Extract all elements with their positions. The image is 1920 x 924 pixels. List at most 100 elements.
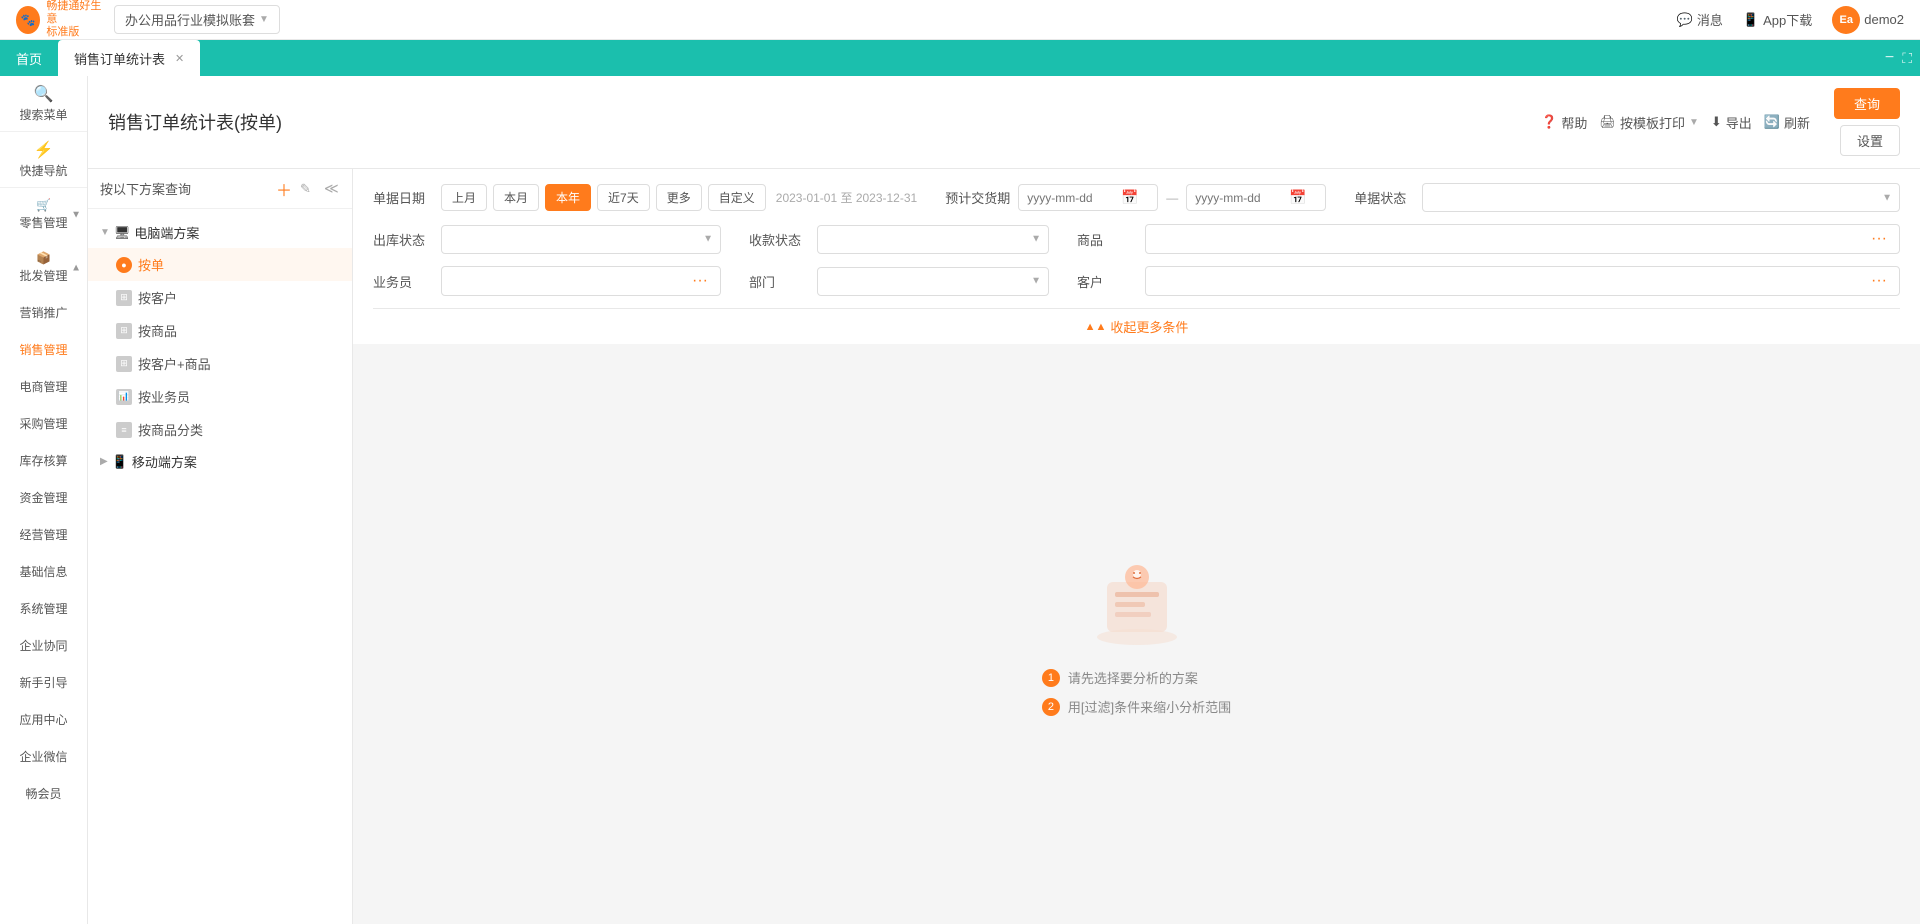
- tree-item-icon: 📊: [116, 389, 132, 405]
- date-filter-buttons: 上月 本月 本年 近7天 更多 自定义 2023-01-01 至 2023-12…: [441, 184, 917, 211]
- calendar-icon: 📅: [1121, 189, 1138, 206]
- sidebar-item-retail[interactable]: 🛒 零售管理 ▼: [0, 188, 87, 241]
- settings-btn[interactable]: 设置: [1840, 125, 1900, 156]
- query-actions: 查询 设置: [1822, 88, 1900, 156]
- product-dots-btn[interactable]: ···: [1867, 230, 1891, 248]
- department-label: 部门: [749, 272, 809, 291]
- customer-dots-btn[interactable]: ···: [1867, 272, 1891, 290]
- header-right: 💬 消息 📱 App下载 Ea demo2: [1677, 6, 1904, 34]
- tree-item-by-customer[interactable]: ⊞ 按客户: [88, 281, 352, 314]
- query-btn[interactable]: 查询: [1834, 88, 1900, 119]
- content-area: 销售订单统计表(按单) ❓ 帮助 🖨 按模板打印 ▼ ⬇ 导出 🔄 刷新: [88, 76, 1920, 924]
- collapse-scheme-icon[interactable]: ≪: [324, 181, 340, 197]
- collapse-bar[interactable]: ▲▲ 收起更多条件: [373, 308, 1900, 344]
- avatar: Ea: [1832, 6, 1860, 34]
- sidebar-item-basic[interactable]: 基础信息: [0, 553, 87, 590]
- tree-group-mobile: ▶ 📱 移动端方案: [88, 446, 352, 477]
- sidebar-item-inventory[interactable]: 库存核算: [0, 442, 87, 479]
- out-status-label: 出库状态: [373, 230, 433, 249]
- page-title: 销售订单统计表(按单): [108, 109, 282, 147]
- sidebar-item-purchase[interactable]: 采购管理: [0, 405, 87, 442]
- sidebar-item-appstore[interactable]: 应用中心: [0, 701, 87, 738]
- sidebar-quick-nav[interactable]: ⚡ 快捷导航: [0, 132, 87, 188]
- tree-item-icon: ≡: [116, 422, 132, 438]
- wholesale-icon: 📦: [36, 251, 51, 265]
- export-btn[interactable]: ⬇ 导出: [1711, 113, 1752, 132]
- salesman-dots-btn[interactable]: ···: [688, 272, 712, 290]
- export-icon: ⬇: [1711, 114, 1722, 130]
- hint-num-1: 1: [1042, 669, 1060, 687]
- collapse-icon: ▲▲: [1085, 321, 1107, 333]
- expected-date-from-input[interactable]: [1027, 191, 1117, 205]
- tree-group-pc-icon: 🖥: [114, 225, 131, 241]
- refresh-icon: 🔄: [1764, 114, 1780, 130]
- expected-date-label: 预计交货期: [945, 188, 1010, 207]
- help-btn[interactable]: ❓ 帮助: [1541, 113, 1587, 132]
- app-download-btn[interactable]: 📱 App下载: [1743, 10, 1812, 29]
- filter-row-date: 单据日期 上月 本月 本年 近7天 更多 自定义 2023-01-01 至 20…: [373, 183, 1900, 224]
- tab-sales-stat[interactable]: 销售订单统计表 ✕: [58, 40, 200, 76]
- window-maximize-icon[interactable]: ⛶: [1902, 50, 1912, 67]
- date-btn-last-month[interactable]: 上月: [441, 184, 487, 211]
- sidebar-item-enterprise[interactable]: 企业协同: [0, 627, 87, 664]
- sidebar-item-system[interactable]: 系统管理: [0, 590, 87, 627]
- product-label: 商品: [1077, 230, 1137, 249]
- add-scheme-icon[interactable]: ＋: [276, 181, 292, 197]
- logo-text: 畅捷通好生意 标准版: [46, 0, 104, 39]
- out-status-select[interactable]: [441, 225, 721, 254]
- chevron-down-icon: ▼: [259, 14, 269, 25]
- status-select[interactable]: [1422, 183, 1900, 212]
- scheme-tree: ▼ 🖥 电脑端方案 ● 按单 ⊞ 按客户 ⊞: [88, 209, 352, 485]
- tree-item-by-category[interactable]: ≡ 按商品分类: [88, 413, 352, 446]
- expected-date-to-wrap[interactable]: 📅: [1186, 184, 1326, 211]
- tab-home[interactable]: 首页: [0, 40, 58, 76]
- empty-hint-1: 1 请先选择要分析的方案: [1042, 668, 1231, 687]
- window-minimize-icon[interactable]: −: [1885, 49, 1894, 67]
- payment-status-select[interactable]: [817, 225, 1049, 254]
- date-btn-this-month[interactable]: 本月: [493, 184, 539, 211]
- sidebar-item-marketing[interactable]: 营销推广: [0, 294, 87, 331]
- date-filter-label: 单据日期: [373, 188, 433, 207]
- tree-group-mobile-header[interactable]: ▶ 📱 移动端方案: [88, 446, 352, 477]
- expected-date-from-wrap[interactable]: 📅: [1018, 184, 1158, 211]
- tree-item-by-salesman[interactable]: 📊 按业务员: [88, 380, 352, 413]
- expected-date-to-input[interactable]: [1195, 191, 1285, 205]
- empty-hint-2: 2 用[过滤]条件来缩小分析范围: [1042, 697, 1231, 716]
- empty-illustration: [1077, 552, 1197, 652]
- scheme-header: 按以下方案查询 ＋ ✎ ≪: [88, 169, 352, 209]
- date-btn-custom[interactable]: 自定义: [708, 184, 766, 211]
- sidebar-item-member[interactable]: 畅会员: [0, 775, 87, 812]
- nav-icon: ⚡: [34, 140, 54, 160]
- tree-item-by-cust-prod[interactable]: ⊞ 按客户+商品: [88, 347, 352, 380]
- user-menu-btn[interactable]: Ea demo2: [1832, 6, 1904, 34]
- logo-icon: 🐾: [16, 6, 40, 34]
- sidebar-search[interactable]: 🔍 搜索菜单: [0, 76, 87, 132]
- sidebar-item-sales[interactable]: 销售管理: [0, 331, 87, 368]
- app-selector[interactable]: 办公用品行业模拟账套 ▼: [114, 5, 280, 34]
- date-btn-this-year[interactable]: 本年: [545, 184, 591, 211]
- department-select[interactable]: [817, 267, 1049, 296]
- tree-item-icon: ⊞: [116, 323, 132, 339]
- edit-scheme-icon[interactable]: ✎: [300, 181, 316, 197]
- tab-close-icon[interactable]: ✕: [175, 52, 184, 65]
- tree-group-pc-header[interactable]: ▼ 🖥 电脑端方案: [88, 217, 352, 248]
- sidebar-item-newbie[interactable]: 新手引导: [0, 664, 87, 701]
- sidebar-item-finance[interactable]: 资金管理: [0, 479, 87, 516]
- date-btn-more[interactable]: 更多: [656, 184, 702, 211]
- message-icon: 💬: [1677, 12, 1693, 28]
- sidebar-item-operations[interactable]: 经营管理: [0, 516, 87, 553]
- download-icon: 📱: [1743, 12, 1759, 28]
- sidebar-item-wholesale[interactable]: 📦 批发管理 ▲: [0, 241, 87, 294]
- logo-area: 🐾 畅捷通好生意 标准版: [16, 0, 104, 39]
- sidebar-item-ecommerce[interactable]: 电商管理: [0, 368, 87, 405]
- date-range-display: 2023-01-01 至 2023-12-31: [776, 189, 917, 206]
- print-btn[interactable]: 🖨 按模板打印 ▼: [1599, 113, 1698, 132]
- tree-item-by-order[interactable]: ● 按单: [88, 248, 352, 281]
- refresh-btn[interactable]: 🔄 刷新: [1764, 113, 1810, 132]
- tree-item-by-product[interactable]: ⊞ 按商品: [88, 314, 352, 347]
- sidebar: 🔍 搜索菜单 ⚡ 快捷导航 🛒 零售管理 ▼ 📦 批发管理 ▲ 营销推广 销售管…: [0, 76, 88, 924]
- scheme-panel: 按以下方案查询 ＋ ✎ ≪ ▼ 🖥 电脑端方案: [88, 169, 353, 924]
- date-btn-last-7[interactable]: 近7天: [597, 184, 650, 211]
- sidebar-item-wechat[interactable]: 企业微信: [0, 738, 87, 775]
- message-btn[interactable]: 💬 消息: [1677, 10, 1723, 29]
